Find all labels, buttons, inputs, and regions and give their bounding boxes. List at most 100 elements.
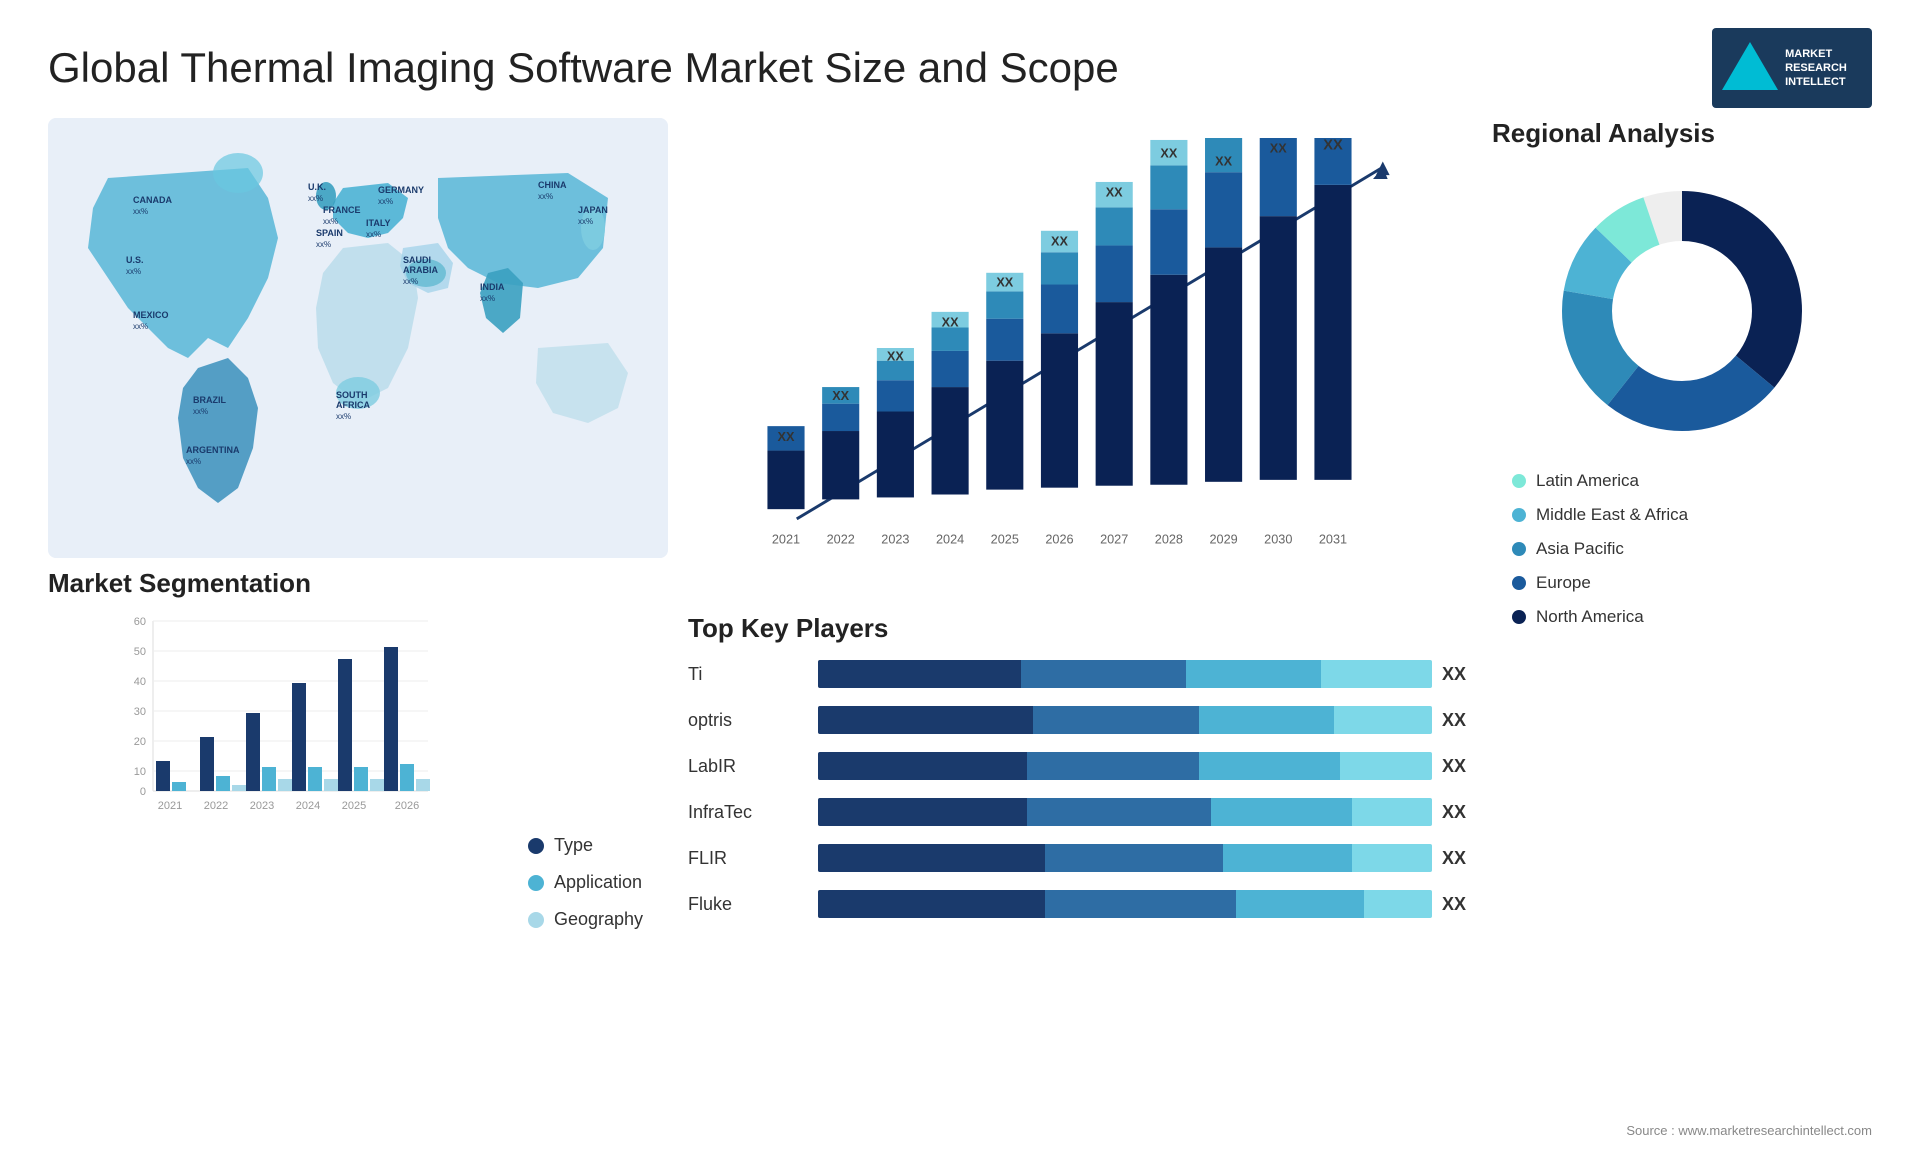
player-bar-seg4-fluke [1364, 890, 1432, 918]
player-bar-seg1-fluke [818, 890, 1045, 918]
svg-text:XX: XX [1160, 147, 1177, 161]
legend-north-america-dot [1512, 610, 1526, 624]
svg-text:xx%: xx% [336, 412, 351, 421]
svg-text:2026: 2026 [1045, 532, 1073, 546]
player-bar-seg3-fluke [1236, 890, 1365, 918]
player-bar-seg1-optris [818, 706, 1033, 734]
player-bar-seg2-infratec [1027, 798, 1211, 826]
svg-text:MEXICO: MEXICO [133, 310, 169, 320]
svg-text:xx%: xx% [186, 457, 201, 466]
svg-text:2025: 2025 [991, 532, 1019, 546]
donut-chart [1542, 171, 1822, 451]
player-xx-flir: XX [1442, 848, 1472, 869]
legend-asia-pacific: Asia Pacific [1512, 539, 1852, 559]
player-bar-seg3-labir [1199, 752, 1340, 780]
svg-text:SOUTH: SOUTH [336, 390, 368, 400]
key-players-title: Top Key Players [688, 613, 1472, 644]
page-title: Global Thermal Imaging Software Market S… [48, 44, 1119, 92]
player-ti: Ti [688, 656, 788, 692]
svg-text:2027: 2027 [1100, 532, 1128, 546]
svg-text:2025: 2025 [342, 800, 366, 812]
player-xx-fluke: XX [1442, 894, 1472, 915]
svg-text:XX: XX [942, 316, 959, 330]
svg-text:U.S.: U.S. [126, 255, 144, 265]
legend-type-label: Type [554, 835, 593, 856]
svg-text:xx%: xx% [193, 407, 208, 416]
player-bar-seg3-ti [1186, 660, 1321, 688]
svg-text:xx%: xx% [403, 277, 418, 286]
svg-text:xx%: xx% [316, 240, 331, 249]
player-bar-optris: XX [818, 702, 1472, 738]
logo-triangle-icon [1722, 42, 1778, 90]
svg-text:INDIA: INDIA [480, 282, 505, 292]
svg-text:2024: 2024 [936, 532, 964, 546]
svg-text:2028: 2028 [1155, 532, 1183, 546]
player-bar-labir: XX [818, 748, 1472, 784]
svg-text:XX: XX [887, 350, 904, 364]
player-bar-seg2-ti [1021, 660, 1187, 688]
left-column: CANADA xx% U.S. xx% MEXICO xx% BRAZIL xx… [48, 118, 668, 1154]
svg-text:xx%: xx% [323, 217, 338, 226]
legend-application-label: Application [554, 872, 642, 893]
player-fluke: Fluke [688, 886, 788, 922]
svg-text:XX: XX [778, 430, 795, 444]
legend-application-dot [528, 875, 544, 891]
svg-text:SPAIN: SPAIN [316, 228, 343, 238]
regional-legend: Latin America Middle East & Africa Asia … [1492, 461, 1872, 637]
player-bar-seg4-flir [1352, 844, 1432, 872]
middle-column: XX 2021 XX 2022 XX 2023 [688, 118, 1472, 1154]
svg-text:2022: 2022 [827, 532, 855, 546]
player-bar-seg4-optris [1334, 706, 1432, 734]
legend-europe-dot [1512, 576, 1526, 590]
svg-text:2023: 2023 [250, 800, 274, 812]
svg-text:xx%: xx% [378, 197, 393, 206]
player-bar-wrap-labir [818, 752, 1432, 780]
player-bar-wrap-fluke [818, 890, 1432, 918]
segmentation-title: Market Segmentation [48, 568, 668, 599]
svg-text:JAPAN: JAPAN [578, 205, 608, 215]
segmentation-legend: Type Application Geography [528, 611, 668, 1154]
player-bar-wrap-infratec [818, 798, 1432, 826]
player-bar-wrap-ti [818, 660, 1432, 688]
player-labir: LabIR [688, 748, 788, 784]
legend-latin-america-label: Latin America [1536, 471, 1639, 491]
svg-text:60: 60 [134, 616, 146, 628]
legend-geography: Geography [528, 909, 668, 930]
svg-text:xx%: xx% [133, 207, 148, 216]
svg-text:ARABIA: ARABIA [403, 265, 438, 275]
key-players-section: Top Key Players Ti optris LabIR InfraTec… [688, 613, 1472, 1154]
svg-text:GERMANY: GERMANY [378, 185, 424, 195]
svg-text:xx%: xx% [480, 294, 495, 303]
player-xx-ti: XX [1442, 664, 1472, 685]
players-bar-list: XX XX [818, 656, 1472, 922]
regional-title: Regional Analysis [1492, 118, 1872, 149]
legend-type: Type [528, 835, 668, 856]
player-bar-seg1-flir [818, 844, 1045, 872]
legend-application: Application [528, 872, 668, 893]
player-bar-seg2-labir [1027, 752, 1199, 780]
svg-text:FRANCE: FRANCE [323, 205, 361, 215]
svg-text:2030: 2030 [1264, 532, 1292, 546]
world-map-svg: CANADA xx% U.S. xx% MEXICO xx% BRAZIL xx… [48, 118, 668, 558]
source-text: Source : www.marketresearchintellect.com [1626, 1123, 1872, 1138]
svg-text:xx%: xx% [578, 217, 593, 226]
legend-north-america-label: North America [1536, 607, 1644, 627]
svg-text:xx%: xx% [133, 322, 148, 331]
svg-text:20: 20 [134, 736, 146, 748]
svg-text:2031: 2031 [1319, 532, 1347, 546]
logo-box: MARKETRESEARCHINTELLECT [1712, 28, 1872, 108]
svg-text:xx%: xx% [366, 230, 381, 239]
segmentation-content: 0 10 20 30 40 50 60 [48, 611, 668, 1154]
player-bar-seg4-labir [1340, 752, 1432, 780]
player-bar-seg2-fluke [1045, 890, 1235, 918]
player-bar-flir: XX [818, 840, 1472, 876]
player-bar-seg3-flir [1223, 844, 1352, 872]
svg-text:XX: XX [1051, 234, 1068, 248]
player-bar-seg4-ti [1321, 660, 1432, 688]
legend-asia-pacific-label: Asia Pacific [1536, 539, 1624, 559]
svg-text:50: 50 [134, 646, 146, 658]
svg-text:xx%: xx% [308, 194, 323, 203]
svg-text:xx%: xx% [126, 267, 141, 276]
player-bar-wrap-optris [818, 706, 1432, 734]
legend-geography-dot [528, 912, 544, 928]
